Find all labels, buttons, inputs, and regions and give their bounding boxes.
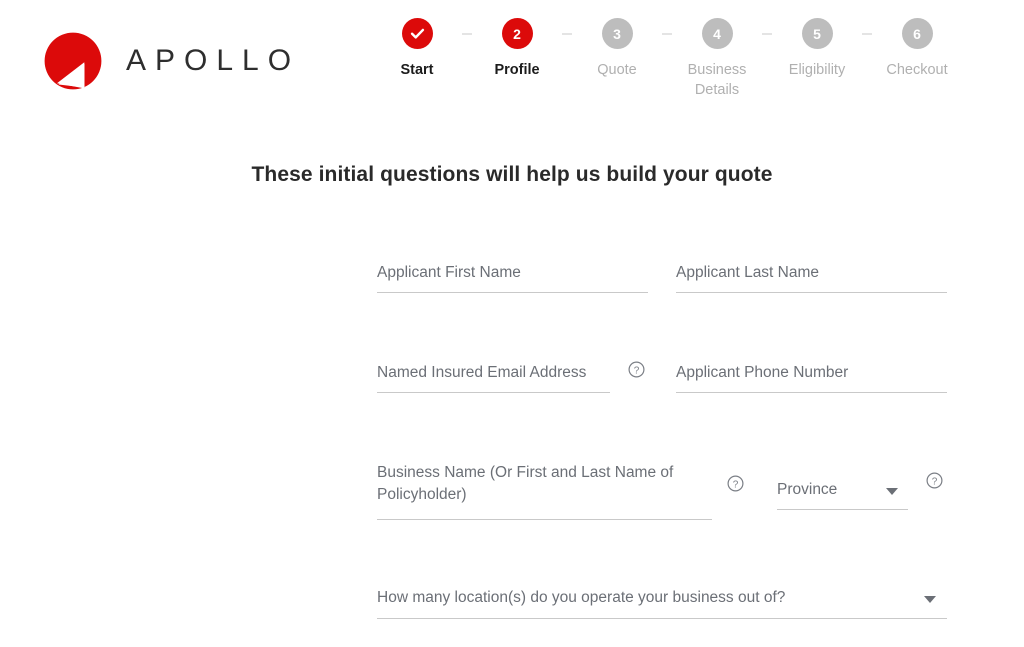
field-first-name[interactable]: Applicant First Name: [377, 262, 648, 294]
svg-text:?: ?: [634, 365, 640, 376]
business-name-underline: [377, 518, 712, 520]
business-name-help-circle-icon[interactable]: ?: [727, 475, 744, 492]
svg-text:?: ?: [932, 476, 938, 487]
step-connector-5: [862, 33, 872, 35]
phone-label: Applicant Phone Number: [676, 364, 849, 381]
page-title: These initial questions will help us bui…: [251, 163, 773, 186]
first-name-underline: [377, 292, 648, 294]
step-business-details-label: Business Details: [687, 62, 747, 98]
phone-underline: [676, 392, 947, 394]
step-connector-4: [762, 33, 772, 35]
first-name-label: Applicant First Name: [377, 264, 521, 281]
step-eligibility-circle[interactable]: 5: [801, 18, 833, 49]
brand-wordmark: APOLLO: [126, 44, 301, 77]
business-name-label: Business Name (Or First and Last Name of…: [377, 464, 674, 504]
step-checkout-label: Checkout: [886, 62, 948, 78]
check-icon: [410, 28, 424, 39]
step-quote-circle[interactable]: 3: [601, 18, 633, 49]
field-province[interactable]: Province: [777, 479, 908, 511]
province-help-circle-icon[interactable]: ?: [926, 472, 943, 489]
locations-label: How many location(s) do you operate your…: [377, 589, 786, 606]
province-underline: [777, 509, 908, 511]
field-locations[interactable]: How many location(s) do you operate your…: [377, 587, 947, 620]
step-quote[interactable]: 3 Quote: [572, 18, 662, 81]
step-business-details[interactable]: 4 Business Details: [672, 18, 762, 100]
last-name-underline: [676, 292, 947, 294]
field-phone[interactable]: Applicant Phone Number: [676, 362, 947, 394]
step-profile[interactable]: 2 Profile: [472, 18, 562, 81]
brand-logo[interactable]: APOLLO: [44, 32, 300, 90]
step-start-circle[interactable]: [401, 18, 433, 49]
province-chevron-down-icon[interactable]: [886, 488, 898, 495]
quote-form: Applicant First Name Applicant Last Name…: [377, 262, 948, 647]
field-business-name[interactable]: Business Name (Or First and Last Name of…: [377, 462, 712, 520]
field-email[interactable]: Named Insured Email Address: [377, 362, 610, 394]
step-connector-1: [462, 33, 472, 35]
step-connector-3: [662, 33, 672, 35]
step-eligibility-label: Eligibility: [788, 62, 846, 78]
step-profile-circle[interactable]: 2: [501, 18, 533, 49]
field-last-name[interactable]: Applicant Last Name: [676, 262, 947, 294]
step-eligibility[interactable]: 5 Eligibility: [772, 18, 862, 81]
form-row-contact: Named Insured Email Address ? Applicant …: [377, 361, 948, 462]
email-help-circle-icon[interactable]: ?: [628, 361, 645, 378]
locations-underline: [377, 618, 947, 620]
email-underline: [377, 392, 610, 394]
form-row-name: Applicant First Name Applicant Last Name: [377, 262, 948, 362]
last-name-label: Applicant Last Name: [676, 264, 820, 281]
step-connector-2: [562, 33, 572, 35]
step-start[interactable]: Start: [372, 18, 462, 81]
svg-text:?: ?: [733, 479, 739, 490]
form-row-business: Business Name (Or First and Last Name of…: [377, 462, 948, 587]
step-profile-label: Profile: [494, 62, 540, 78]
step-checkout-circle[interactable]: 6: [901, 18, 933, 49]
apollo-circle-mark-icon: [44, 32, 102, 90]
step-quote-label: Quote: [597, 62, 637, 78]
locations-chevron-down-icon[interactable]: [924, 596, 936, 603]
progress-stepper: Start 2 Profile 3 Quote 4 Business Detai…: [372, 18, 952, 100]
step-start-label: Start: [400, 62, 434, 78]
form-row-locations: How many location(s) do you operate your…: [377, 587, 948, 647]
email-label: Named Insured Email Address: [377, 364, 587, 381]
step-checkout[interactable]: 6 Checkout: [872, 18, 962, 81]
step-business-details-circle[interactable]: 4: [701, 18, 733, 49]
